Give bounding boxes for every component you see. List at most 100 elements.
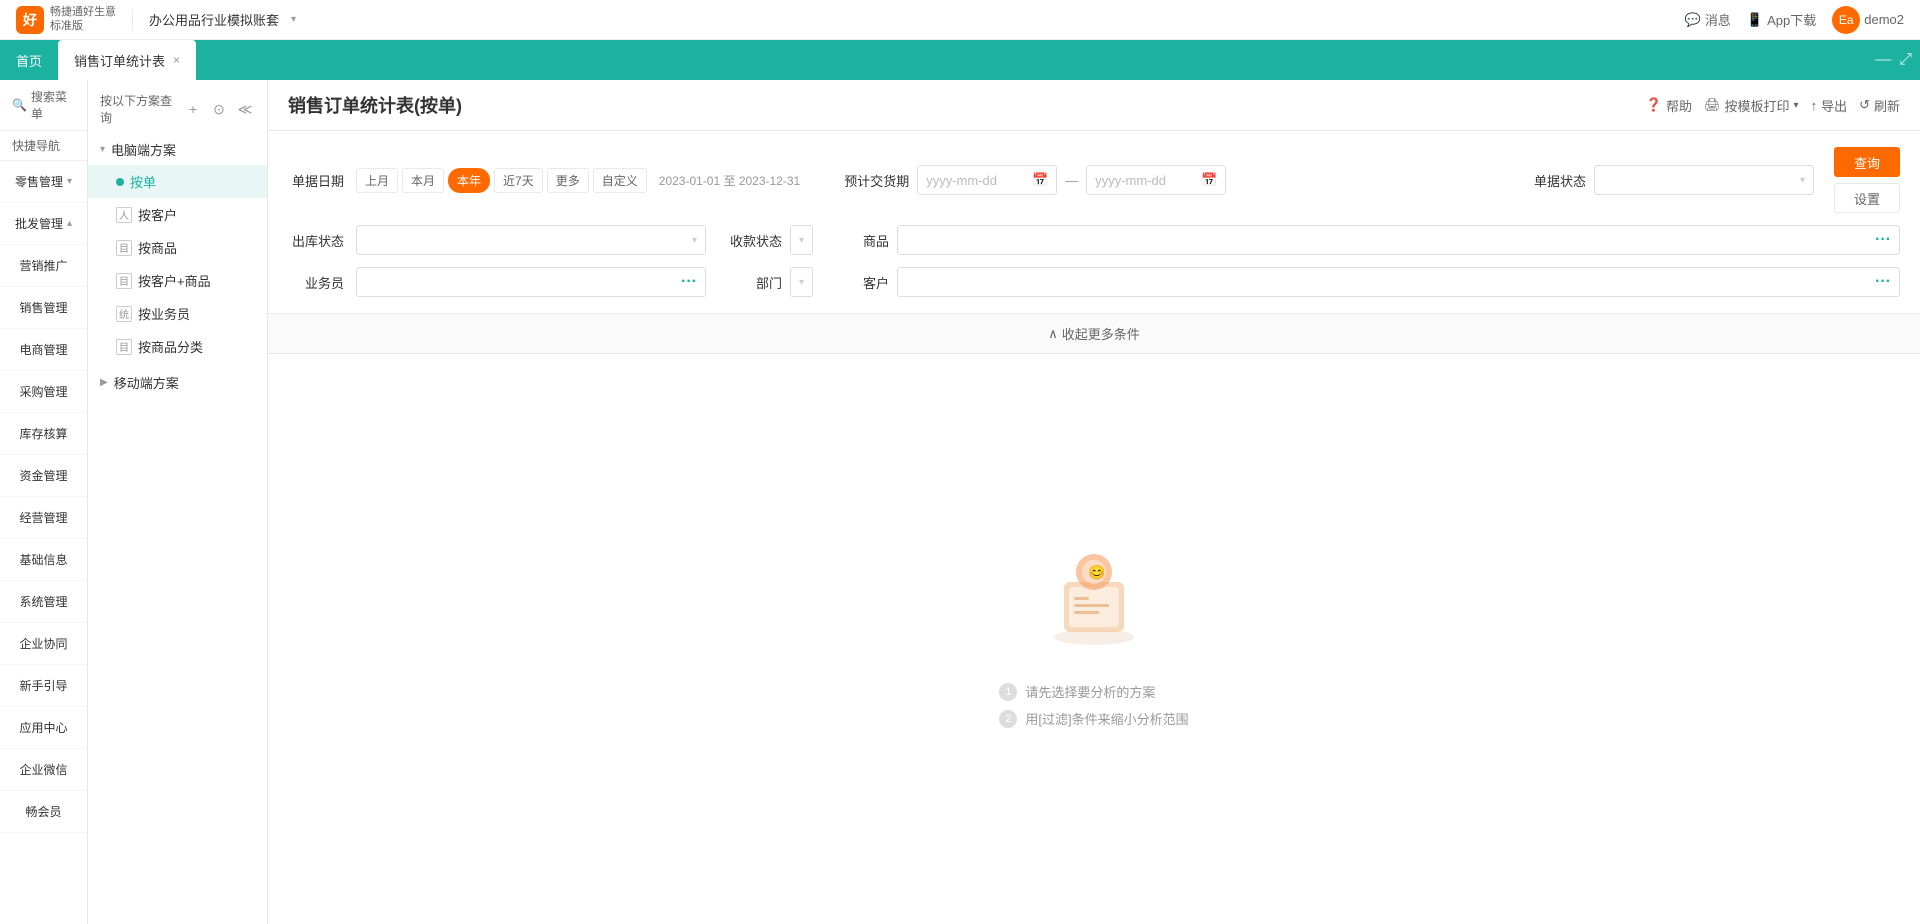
scheme-item-by-order[interactable]: 按单: [88, 165, 267, 198]
print-icon: 🖨: [1704, 97, 1721, 113]
sidebar-item-purchase[interactable]: 采购管理: [0, 371, 87, 413]
main-content: 销售订单统计表(按单) ❓ 帮助 🖨 按模板打印 ▾ ↑ 导出: [268, 80, 1920, 924]
sidebar-item-member[interactable]: 畅会员: [0, 791, 87, 833]
message-btn[interactable]: 💬 消息: [1685, 10, 1731, 29]
department-select[interactable]: ▾: [790, 267, 813, 297]
app-download-btn[interactable]: 📱 App下载: [1747, 10, 1816, 29]
expected-date-label: 预计交货期: [844, 171, 909, 190]
sidebar-item-sales[interactable]: 销售管理: [0, 287, 87, 329]
mobile-section-arrow-icon: ▶: [100, 377, 108, 388]
date-label: 单据日期: [288, 171, 344, 190]
salesperson-select[interactable]: ···: [356, 267, 706, 297]
scheme-section-toggle[interactable]: ▾ 电脑端方案: [88, 134, 267, 165]
action-buttons: 查询 设置: [1826, 147, 1900, 213]
scheme-edit-btn[interactable]: ⊙: [209, 99, 229, 119]
dept-dropdown-icon: ▾: [799, 277, 804, 288]
app-title[interactable]: 办公用品行业模拟账套: [149, 10, 279, 29]
sidebar-item-appcenter[interactable]: 应用中心: [0, 707, 87, 749]
salesperson-icon: 统: [116, 306, 132, 322]
empty-tips: 1 请先选择要分析的方案 2 用[过滤]条件来缩小分析范围: [999, 682, 1188, 736]
logo-area: 好 畅捷通好生意 标准版: [16, 6, 116, 34]
export-btn[interactable]: ↑ 导出: [1811, 96, 1848, 115]
scheme-item-by-customer[interactable]: 人 按客户: [88, 198, 267, 231]
sidebar-item-weixin[interactable]: 企业微信: [0, 749, 87, 791]
page-title: 销售订单统计表(按单): [288, 92, 462, 130]
date-buttons: 上月 本月 本年 近7天 更多 自定义: [356, 168, 647, 193]
customer-select[interactable]: ···: [897, 267, 1900, 297]
refresh-btn[interactable]: ↺ 刷新: [1859, 96, 1900, 115]
sidebar-item-newuser[interactable]: 新手引导: [0, 665, 87, 707]
help-icon: ❓: [1646, 97, 1662, 113]
print-btn[interactable]: 🖨 按模板打印 ▾: [1704, 96, 1799, 115]
tab-home[interactable]: 首页: [0, 40, 58, 80]
page-header-actions: ❓ 帮助 🖨 按模板打印 ▾ ↑ 导出 ↺ 刷新: [1646, 96, 1900, 127]
chevron-up-icon: ▴: [67, 218, 72, 229]
delivery-dropdown-icon: ▾: [692, 235, 697, 246]
this-year-btn[interactable]: 本年: [448, 168, 490, 193]
scheme-collapse-btn[interactable]: ≪: [235, 99, 255, 119]
sidebar-quick-nav[interactable]: 快捷导航: [0, 131, 87, 161]
empty-illustration: 😊: [1034, 542, 1154, 662]
chevron-down-icon: ▾: [67, 176, 72, 187]
help-btn[interactable]: ❓ 帮助: [1646, 96, 1692, 115]
sidebar-item-inventory[interactable]: 库存核算: [0, 413, 87, 455]
expected-date-end[interactable]: yyyy-mm-dd 📅: [1086, 165, 1226, 195]
sidebar-item-operations[interactable]: 经营管理: [0, 497, 87, 539]
logo-text: 畅捷通好生意 标准版: [50, 6, 116, 32]
last-month-btn[interactable]: 上月: [356, 168, 398, 193]
this-month-btn[interactable]: 本月: [402, 168, 444, 193]
scheme-desktop-section: ▾ 电脑端方案 按单 人 按客户 目 按商品 目: [88, 134, 267, 363]
payment-status-select[interactable]: ▾: [790, 225, 813, 255]
customer-ellipsis-icon[interactable]: ···: [1875, 273, 1891, 291]
sidebar-item-ecommerce[interactable]: 电商管理: [0, 329, 87, 371]
status-select[interactable]: ▾: [1594, 165, 1814, 195]
top-bar-left: 好 畅捷通好生意 标准版 办公用品行业模拟账套 ▾: [16, 6, 296, 34]
scheme-section-title: 电脑端方案: [111, 140, 176, 159]
main-layout: 🔍 搜索菜单 快捷导航 零售管理 ▾ 批发管理 ▴ 营销推广 销售管理 电商管理…: [0, 80, 1920, 924]
tab-maximize-btn[interactable]: ⤢: [1899, 51, 1912, 69]
title-dropdown-icon[interactable]: ▾: [291, 14, 296, 25]
tab-minimize-btn[interactable]: —: [1875, 51, 1891, 69]
custom-btn[interactable]: 自定义: [593, 168, 647, 193]
goods-ellipsis-icon[interactable]: ···: [1875, 231, 1891, 249]
scheme-item-by-customer-goods[interactable]: 目 按客户+商品: [88, 264, 267, 297]
export-icon: ↑: [1811, 98, 1818, 113]
scheme-item-by-goods[interactable]: 目 按商品: [88, 231, 267, 264]
delivery-status-select[interactable]: ▾: [356, 225, 706, 255]
sidebar-item-marketing[interactable]: 营销推广: [0, 245, 87, 287]
sidebar-item-retail[interactable]: 零售管理 ▾: [0, 161, 87, 203]
sidebar-item-wholesale[interactable]: 批发管理 ▴: [0, 203, 87, 245]
svg-text:😊: 😊: [1088, 564, 1105, 580]
goods-select[interactable]: ···: [897, 225, 1900, 255]
delivery-status-label: 出库状态: [288, 231, 344, 250]
message-icon: 💬: [1685, 12, 1701, 28]
date-separator: —: [1065, 173, 1078, 188]
scheme-add-btn[interactable]: +: [183, 99, 203, 119]
tip-number-1: 1: [999, 683, 1017, 701]
query-button[interactable]: 查询: [1834, 147, 1900, 177]
scheme-item-by-salesperson[interactable]: 统 按业务员: [88, 297, 267, 330]
tab-sales-order[interactable]: 销售订单统计表 ×: [58, 40, 196, 80]
sidebar-item-system[interactable]: 系统管理: [0, 581, 87, 623]
user-menu[interactable]: Ea demo2: [1832, 6, 1904, 34]
goods-label: 商品: [833, 231, 889, 250]
salesperson-ellipsis-icon[interactable]: ···: [681, 273, 697, 291]
sidebar-item-enterprise[interactable]: 企业协同: [0, 623, 87, 665]
last7-btn[interactable]: 近7天: [494, 168, 543, 193]
tab-close-icon[interactable]: ×: [173, 53, 180, 67]
scheme-mobile-toggle[interactable]: ▶ 移动端方案: [88, 367, 267, 398]
empty-state: 😊 1 请先选择要分析的方案 2 用[过滤]条件来缩小分析范围: [268, 354, 1920, 924]
settings-button[interactable]: 设置: [1834, 183, 1900, 213]
sidebar: 🔍 搜索菜单 快捷导航 零售管理 ▾ 批发管理 ▴ 营销推广 销售管理 电商管理…: [0, 80, 88, 924]
collapse-bar[interactable]: ∧ 收起更多条件: [268, 314, 1920, 354]
content-area: 按以下方案查询 + ⊙ ≪ ▾ 电脑端方案 按单: [88, 80, 1920, 924]
scheme-item-by-category[interactable]: 目 按商品分类: [88, 330, 267, 363]
sidebar-item-finance[interactable]: 资金管理: [0, 455, 87, 497]
salesperson-label: 业务员: [288, 273, 344, 292]
download-icon: 📱: [1747, 12, 1763, 28]
sidebar-item-basic[interactable]: 基础信息: [0, 539, 87, 581]
more-btn[interactable]: 更多: [547, 168, 589, 193]
sidebar-search[interactable]: 🔍 搜索菜单: [0, 80, 87, 131]
calendar-icon-2: 📅: [1201, 172, 1217, 188]
expected-date-start[interactable]: yyyy-mm-dd 📅: [917, 165, 1057, 195]
